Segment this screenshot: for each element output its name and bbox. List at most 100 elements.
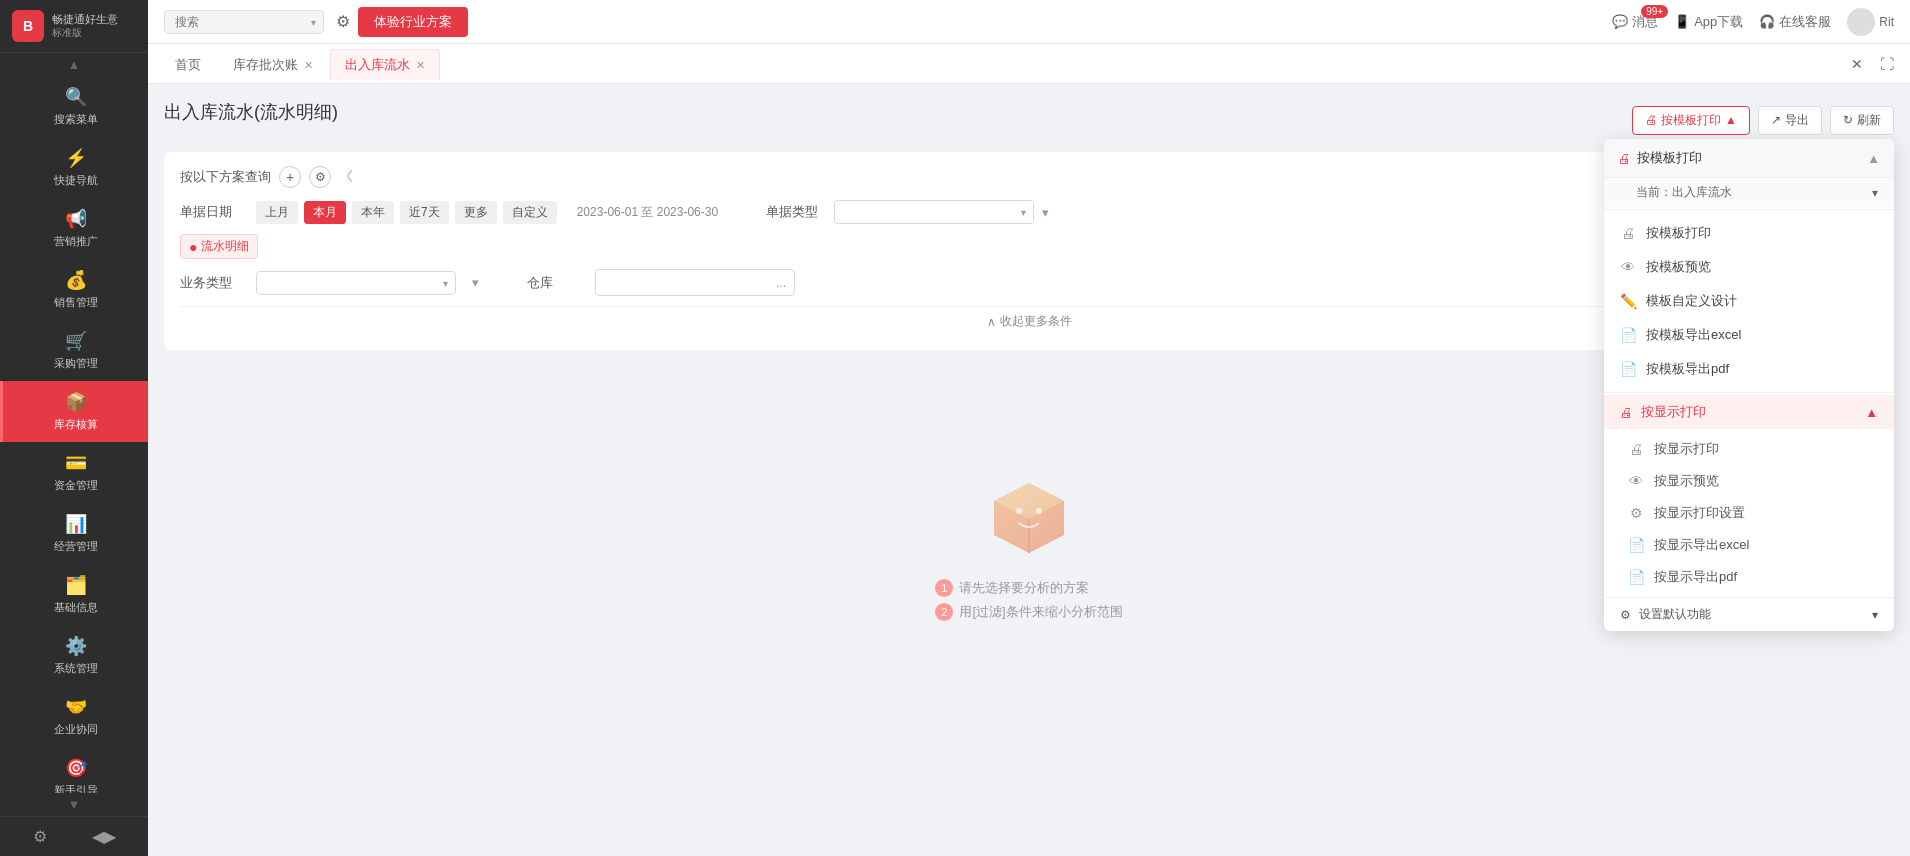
dropdown-template-section: 🖨 按模板打印 👁 按模板预览 ✏️ 模板自定义设计 📄 按模板导出excel bbox=[1604, 212, 1894, 390]
close-tab-button[interactable]: ✕ bbox=[1846, 53, 1868, 75]
svg-point-3 bbox=[1016, 508, 1022, 514]
settings-bottom-icon[interactable]: ⚙ bbox=[33, 827, 47, 846]
sidebar-item-basic[interactable]: 🗂️ 基础信息 bbox=[0, 564, 148, 625]
tab-inventory-flow[interactable]: 出入库流水 ✕ bbox=[330, 49, 440, 80]
refresh-button[interactable]: ↻ 刷新 bbox=[1830, 106, 1894, 135]
dropdown-item-display-export-excel[interactable]: 📄 按显示导出excel bbox=[1604, 529, 1894, 561]
tab-home[interactable]: 首页 bbox=[160, 49, 216, 80]
tag-label: 流水明细 bbox=[201, 238, 249, 255]
refresh-icon: ↻ bbox=[1843, 113, 1853, 127]
trial-button[interactable]: 体验行业方案 bbox=[358, 7, 468, 37]
template-print-icon: 🖨 bbox=[1620, 225, 1636, 241]
online-service-button[interactable]: 🎧 在线客服 bbox=[1759, 13, 1831, 31]
tab-inventory-flow-close[interactable]: ✕ bbox=[416, 59, 425, 72]
collapse-sidebar-icon[interactable]: ◀▶ bbox=[92, 827, 116, 846]
print-button[interactable]: 🖨 按模板打印 ▲ bbox=[1632, 106, 1750, 135]
sidebar-item-purchase-label: 采购管理 bbox=[54, 356, 98, 371]
svg-point-4 bbox=[1036, 508, 1042, 514]
filter-collapse-icon[interactable]: 《 bbox=[339, 168, 353, 186]
warehouse-selector[interactable]: ... bbox=[595, 269, 795, 296]
dropdown-item-display-print[interactable]: 🖨 按显示打印 bbox=[1604, 433, 1894, 465]
dropdown-item-template-custom[interactable]: ✏️ 模板自定义设计 bbox=[1604, 284, 1894, 318]
filter-tag-item[interactable]: ● 流水明细 bbox=[180, 234, 258, 259]
sidebar-item-guide[interactable]: 🎯 新手引导 bbox=[0, 747, 148, 793]
sidebar-item-marketing-label: 营销推广 bbox=[54, 234, 98, 249]
date-btn-7days[interactable]: 近7天 bbox=[400, 201, 449, 224]
app-logo-icon: B bbox=[12, 10, 44, 42]
biz-type-select[interactable] bbox=[256, 271, 456, 295]
dropdown-collapse-icon[interactable]: ▲ bbox=[1867, 151, 1880, 166]
sidebar-item-quick-nav[interactable]: ⚡ 快捷导航 bbox=[0, 137, 148, 198]
tag-dot-icon: ● bbox=[189, 239, 197, 255]
header-left: ⚙ 体验行业方案 bbox=[164, 7, 468, 37]
date-btn-last-month[interactable]: 上月 bbox=[256, 201, 298, 224]
date-btn-custom[interactable]: 自定义 bbox=[503, 201, 557, 224]
dropdown-item-display-print-settings[interactable]: ⚙ 按显示打印设置 bbox=[1604, 497, 1894, 529]
sidebar-item-marketing[interactable]: 📢 营销推广 bbox=[0, 198, 148, 259]
dropdown-display-header[interactable]: 🖨 按显示打印 ▲ bbox=[1604, 395, 1894, 429]
empty-tips: 1 请先选择要分析的方案 2 用[过滤]条件来缩小分析范围 bbox=[935, 579, 1122, 627]
dropdown-separator-2 bbox=[1604, 392, 1894, 393]
dropdown-item-template-print[interactable]: 🖨 按模板打印 bbox=[1604, 216, 1894, 250]
user-menu[interactable]: Rit bbox=[1847, 8, 1894, 36]
sidebar-scroll-up[interactable]: ▲ bbox=[0, 53, 148, 76]
sidebar-item-sales[interactable]: 💰 销售管理 bbox=[0, 259, 148, 320]
app-download-button[interactable]: 📱 App下载 bbox=[1674, 13, 1743, 31]
sidebar-item-sales-label: 销售管理 bbox=[54, 295, 98, 310]
search-icon: 🔍 bbox=[65, 86, 87, 108]
export-button[interactable]: ↗ 导出 bbox=[1758, 106, 1822, 135]
type-label: 单据类型 bbox=[766, 203, 826, 221]
filter-settings-button[interactable]: ⚙ bbox=[309, 166, 331, 188]
content-wrapper: 出入库流水(流水明细) 🖨 按模板打印 ▲ ↗ 导出 ↻ bbox=[148, 84, 1910, 856]
dropdown-current[interactable]: 当前：出入库流水 ▾ bbox=[1604, 178, 1894, 207]
avatar bbox=[1847, 8, 1875, 36]
sidebar-item-search[interactable]: 🔍 搜索菜单 bbox=[0, 76, 148, 137]
biz-type-label: 业务类型 bbox=[180, 274, 240, 292]
headset-icon: 🎧 bbox=[1759, 14, 1775, 29]
type-expand-icon: ▾ bbox=[1042, 205, 1049, 220]
sidebar-logo: B 畅捷通好生意 标准版 bbox=[0, 0, 148, 53]
header-right: 💬 消息 99+ 📱 App下载 🎧 在线客服 Rit bbox=[1612, 8, 1894, 36]
sidebar-scroll-area: 🔍 搜索菜单 ⚡ 快捷导航 📢 营销推广 💰 销售管理 🛒 采购管理 📦 bbox=[0, 76, 148, 793]
date-label: 单据日期 bbox=[180, 203, 240, 221]
system-icon: ⚙️ bbox=[65, 635, 87, 657]
date-btn-this-year[interactable]: 本年 bbox=[352, 201, 394, 224]
sidebar-scroll-down[interactable]: ▼ bbox=[0, 793, 148, 816]
sidebar-item-cooperation[interactable]: 🤝 企业协同 bbox=[0, 686, 148, 747]
sidebar-item-system[interactable]: ⚙️ 系统管理 bbox=[0, 625, 148, 686]
purchase-icon: 🛒 bbox=[65, 330, 87, 352]
app-name: 畅捷通好生意 bbox=[52, 12, 118, 26]
tab-batch-account[interactable]: 库存批次账 ✕ bbox=[218, 49, 328, 80]
empty-illustration bbox=[979, 463, 1079, 563]
dropdown-current-arrow: ▾ bbox=[1872, 186, 1878, 200]
dropdown-item-display-export-pdf[interactable]: 📄 按显示导出pdf bbox=[1604, 561, 1894, 593]
sidebar-item-cooperation-label: 企业协同 bbox=[54, 722, 98, 737]
dropdown-item-template-export-pdf[interactable]: 📄 按模板导出pdf bbox=[1604, 352, 1894, 386]
sidebar-item-purchase[interactable]: 🛒 采购管理 bbox=[0, 320, 148, 381]
sidebar-bottom: ⚙ ◀▶ bbox=[0, 816, 148, 856]
dropdown-item-template-preview[interactable]: 👁 按模板预览 bbox=[1604, 250, 1894, 284]
dropdown-separator-1 bbox=[1604, 209, 1894, 210]
type-select[interactable] bbox=[834, 200, 1034, 224]
window-controls: ✕ ⛶ bbox=[1846, 53, 1898, 75]
dropdown-item-display-preview[interactable]: 👁 按显示预览 bbox=[1604, 465, 1894, 497]
sidebar-item-inventory[interactable]: 📦 库存核算 bbox=[0, 381, 148, 442]
cooperation-icon: 🤝 bbox=[65, 696, 87, 718]
maximize-button[interactable]: ⛶ bbox=[1876, 53, 1898, 75]
warehouse-placeholder bbox=[604, 274, 616, 291]
tab-batch-account-close[interactable]: ✕ bbox=[304, 59, 313, 72]
sidebar: B 畅捷通好生意 标准版 ▲ 🔍 搜索菜单 ⚡ 快捷导航 📢 营销推广 bbox=[0, 0, 148, 856]
template-custom-icon: ✏️ bbox=[1620, 293, 1636, 309]
messages-button[interactable]: 💬 消息 99+ bbox=[1612, 13, 1658, 31]
dropdown-footer[interactable]: ⚙ 设置默认功能 ▾ bbox=[1604, 597, 1894, 631]
sidebar-item-finance[interactable]: 💳 资金管理 bbox=[0, 442, 148, 503]
dropdown-item-template-export-excel[interactable]: 📄 按模板导出excel bbox=[1604, 318, 1894, 352]
gear-icon[interactable]: ⚙ bbox=[336, 12, 350, 31]
search-input[interactable] bbox=[164, 10, 324, 34]
date-btn-this-month[interactable]: 本月 bbox=[304, 201, 346, 224]
filter-add-button[interactable]: + bbox=[279, 166, 301, 188]
tip-text-1: 请先选择要分析的方案 bbox=[959, 579, 1089, 597]
sidebar-item-operations[interactable]: 📊 经营管理 bbox=[0, 503, 148, 564]
date-btn-more[interactable]: 更多 bbox=[455, 201, 497, 224]
online-service-label: 在线客服 bbox=[1779, 13, 1831, 31]
